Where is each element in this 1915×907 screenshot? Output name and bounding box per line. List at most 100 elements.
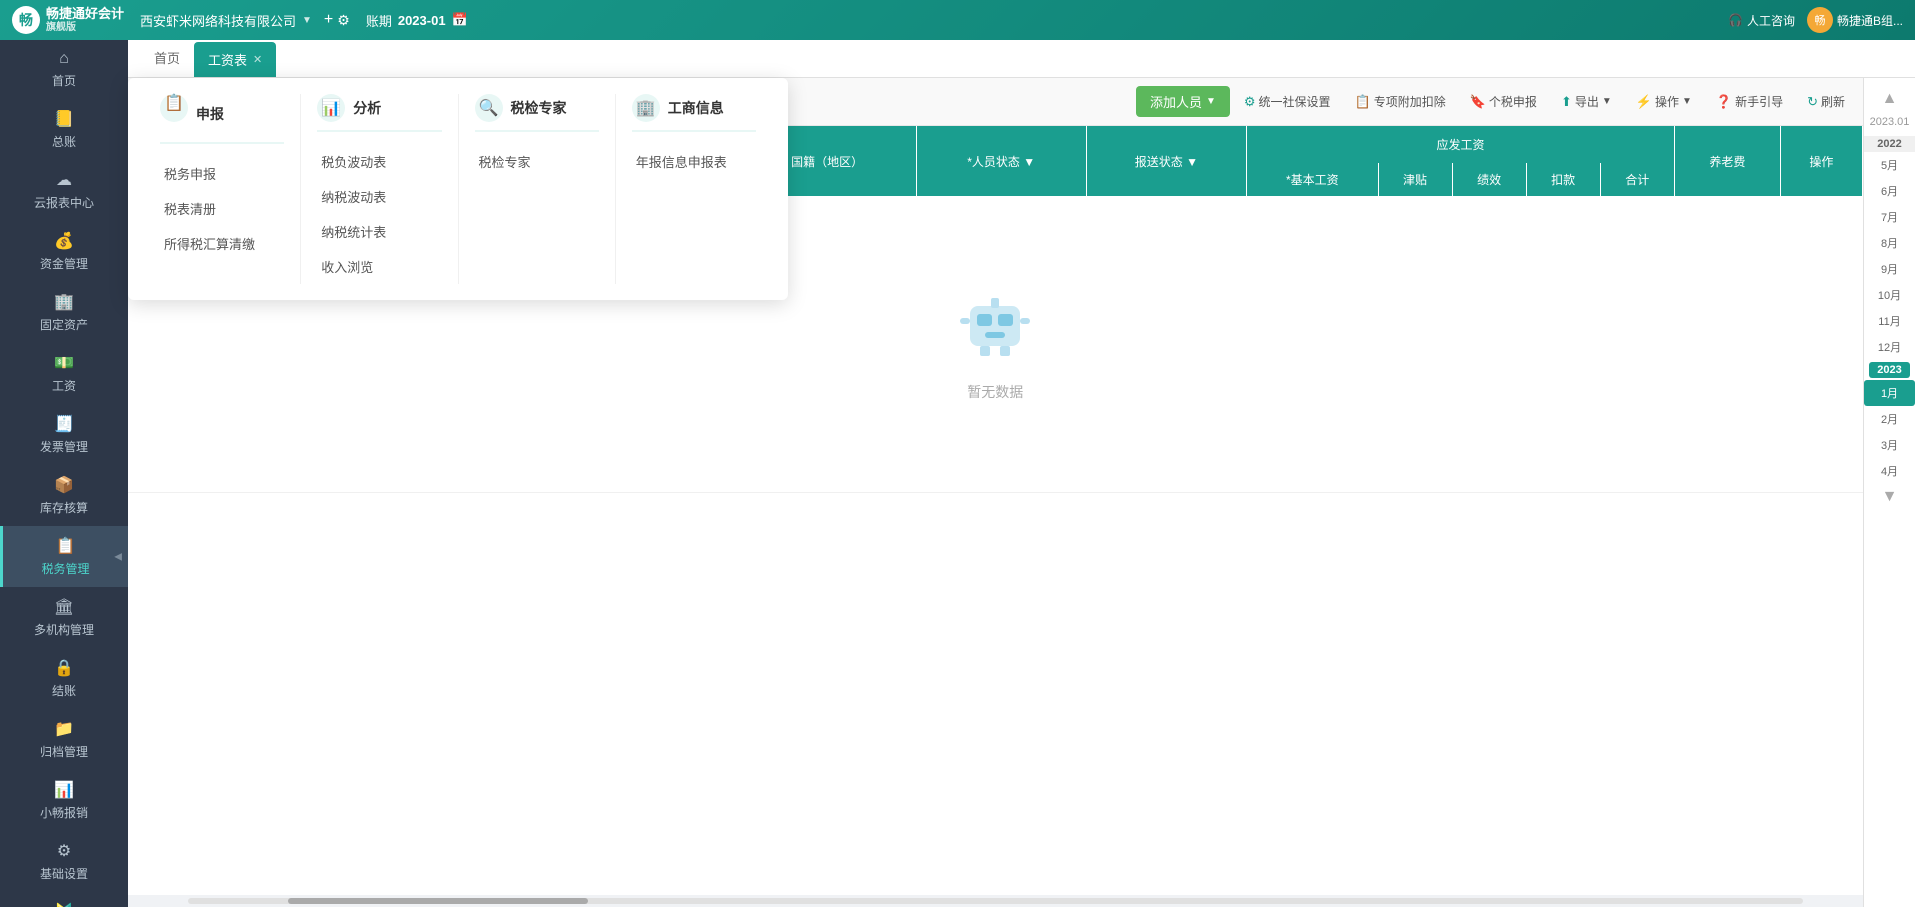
- timeline-month-2023-3[interactable]: 3月: [1864, 432, 1915, 458]
- company-settings-icon[interactable]: ⚙: [337, 12, 350, 29]
- timeline-month-8[interactable]: 8月: [1864, 230, 1915, 256]
- th-submit-status[interactable]: 报送状态 ▼: [1086, 126, 1247, 196]
- tax-icon: 📋: [56, 536, 76, 556]
- operation-btn[interactable]: ⚡ 操作 ▼: [1630, 89, 1698, 114]
- inventory-icon: 📦: [54, 475, 74, 495]
- sidebar-item-close[interactable]: 🔒 结账: [0, 648, 128, 709]
- sidebar-item-guide[interactable]: 🔰 新手引导: [0, 892, 128, 907]
- th-deduction: 扣款: [1526, 163, 1600, 196]
- avatar: 畅: [1807, 7, 1833, 33]
- sidebar-item-fixed[interactable]: 🏢 固定资产: [0, 282, 128, 343]
- sidebar-item-inventory[interactable]: 📦 库存核算: [0, 465, 128, 526]
- sidebar-item-cloud[interactable]: ☁ 云报表中心: [0, 160, 128, 221]
- timeline-month-2023-2[interactable]: 2月: [1864, 406, 1915, 432]
- dropdown-col-business: 🏢 工商信息 年报信息申报表: [616, 94, 772, 284]
- timeline-month-2023-1[interactable]: 1月: [1864, 380, 1915, 406]
- sidebar-item-invoice[interactable]: 🧾 发票管理: [0, 404, 128, 465]
- special-deduction-icon: 📋: [1355, 94, 1371, 110]
- company-selector[interactable]: 西安虾米网络科技有限公司 ▼: [140, 11, 312, 30]
- export-btn[interactable]: ⬆ 导出 ▼: [1555, 89, 1618, 114]
- sidebar-item-settings[interactable]: ⚙ 基础设置: [0, 831, 128, 892]
- tax-expert-header-label: 税检专家: [511, 98, 567, 118]
- cloud-icon: ☁: [56, 170, 72, 190]
- dropdown-item-tax-clear[interactable]: 税表清册: [160, 191, 284, 226]
- sidebar-item-tax[interactable]: 📋 税务管理 ◀: [0, 526, 128, 587]
- scrollbar-track[interactable]: [188, 898, 1803, 904]
- th-social: 养老费: [1674, 126, 1780, 196]
- period-label: 账期: [366, 11, 392, 30]
- timeline-month-7[interactable]: 7月: [1864, 204, 1915, 230]
- timeline-month-11[interactable]: 11月: [1864, 308, 1915, 334]
- dropdown-header-declare: 📋 申报: [160, 94, 284, 144]
- refresh-icon: ↻: [1807, 94, 1818, 110]
- timeline-month-2023-4[interactable]: 4月: [1864, 458, 1915, 484]
- sidebar-label-capital: 资金管理: [40, 255, 88, 272]
- logo-icon: 畅: [12, 6, 40, 34]
- user-menu[interactable]: 畅 畅捷通B组...: [1807, 7, 1903, 33]
- special-deduction-btn[interactable]: 📋 专项附加扣除: [1349, 89, 1452, 114]
- add-person-button[interactable]: 添加人员 ▼: [1136, 86, 1230, 117]
- dropdown-item-income-browse[interactable]: 收入浏览: [317, 249, 441, 284]
- sidebar-item-expense[interactable]: 📊 小畅报销: [0, 770, 128, 831]
- add-person-label: 添加人员: [1150, 92, 1202, 111]
- app-logo: 畅 畅捷通好会计 旗舰版: [12, 6, 132, 34]
- fixed-icon: 🏢: [54, 292, 74, 312]
- business-col-icon: 🏢: [636, 98, 656, 118]
- sidebar-label-close: 结账: [52, 682, 76, 699]
- tab-home[interactable]: 首页: [140, 40, 194, 77]
- timeline-month-9[interactable]: 9月: [1864, 256, 1915, 282]
- timeline-month-10[interactable]: 10月: [1864, 282, 1915, 308]
- dropdown-item-tax-payment[interactable]: 纳税波动表: [317, 179, 441, 214]
- sidebar-label-settings: 基础设置: [40, 865, 88, 882]
- dropdown-item-tax-declare[interactable]: 税务申报: [160, 156, 284, 191]
- timeline-month-6[interactable]: 6月: [1864, 178, 1915, 204]
- sidebar-item-multi[interactable]: 🏛 多机构管理: [0, 587, 128, 648]
- close-period-icon: 🔒: [54, 658, 74, 678]
- operation-label: 操作: [1655, 93, 1679, 110]
- sidebar-item-payroll[interactable]: 💵 工资: [0, 343, 128, 404]
- timeline-nav-down[interactable]: ▼: [1882, 484, 1898, 510]
- operation-icon: ⚡: [1636, 94, 1652, 110]
- guide-label: 新手引导: [1735, 93, 1783, 110]
- company-name: 西安虾米网络科技有限公司: [140, 11, 296, 30]
- export-arrow-icon: ▼: [1602, 96, 1612, 107]
- tab-close-icon[interactable]: ✕: [253, 53, 262, 66]
- th-base-wage: *基本工资: [1247, 163, 1378, 196]
- sidebar-item-ledger[interactable]: 📒 总账: [0, 99, 128, 160]
- guide-btn[interactable]: ❓ 新手引导: [1710, 89, 1789, 114]
- add-company-icon[interactable]: +: [324, 11, 333, 29]
- scrollbar-thumb[interactable]: [288, 898, 588, 904]
- timeline-nav-up[interactable]: ▲: [1882, 86, 1898, 112]
- dropdown-item-income-settle[interactable]: 所得税汇算清缴: [160, 226, 284, 261]
- period-selector[interactable]: 账期 2023-01 📅: [366, 11, 468, 30]
- timeline-month-5[interactable]: 5月: [1864, 152, 1915, 178]
- tabbar: 首页 工资表 ✕: [128, 40, 1915, 78]
- home-icon: ⌂: [59, 50, 69, 68]
- dropdown-item-expert[interactable]: 税检专家: [475, 144, 599, 179]
- social-insurance-btn[interactable]: ⚙ 统一社保设置: [1238, 89, 1337, 114]
- th-subsidy: 津贴: [1378, 163, 1452, 196]
- dropdown-menu[interactable]: 📋 申报 税务申报 税表清册 所得税汇算清缴 📊 分析 税负波动表 纳税波动表: [128, 78, 788, 300]
- sidebar-item-capital[interactable]: 💰 资金管理: [0, 221, 128, 282]
- headset-icon: 🎧: [1728, 13, 1743, 27]
- topbar-right: 🎧 人工咨询 畅 畅捷通B组...: [1728, 7, 1903, 33]
- refresh-btn[interactable]: ↻ 刷新: [1801, 89, 1851, 114]
- tab-payroll[interactable]: 工资表 ✕: [194, 42, 276, 77]
- username-label: 畅捷通B组...: [1837, 12, 1903, 29]
- dropdown-item-tax-fluctuation[interactable]: 税负波动表: [317, 144, 441, 179]
- sidebar-item-home[interactable]: ⌂ 首页: [0, 40, 128, 99]
- dropdown-item-annual-report[interactable]: 年报信息申报表: [632, 144, 756, 179]
- th-status[interactable]: *人员状态 ▼: [916, 126, 1086, 196]
- export-icon: ⬆: [1561, 94, 1572, 110]
- payroll-icon: 💵: [54, 353, 74, 373]
- sidebar-item-archive[interactable]: 📁 归档管理: [0, 709, 128, 770]
- service-link[interactable]: 🎧 人工咨询: [1728, 12, 1795, 29]
- sidebar: ⌂ 首页 📒 总账 ☁ 云报表中心 💰 资金管理 🏢 固定资产 💵 工资 🧾 发…: [0, 40, 128, 907]
- sidebar-label-inventory: 库存核算: [40, 499, 88, 516]
- topbar: 畅 畅捷通好会计 旗舰版 西安虾米网络科技有限公司 ▼ + ⚙ 账期 2023-…: [0, 0, 1915, 40]
- dropdown-item-tax-stats[interactable]: 纳税统计表: [317, 214, 441, 249]
- declare-header-label: 申报: [196, 104, 224, 124]
- capital-icon: 💰: [54, 231, 74, 251]
- timeline-month-12[interactable]: 12月: [1864, 334, 1915, 360]
- tax-return-btn[interactable]: 🔖 个税申报: [1464, 89, 1543, 114]
